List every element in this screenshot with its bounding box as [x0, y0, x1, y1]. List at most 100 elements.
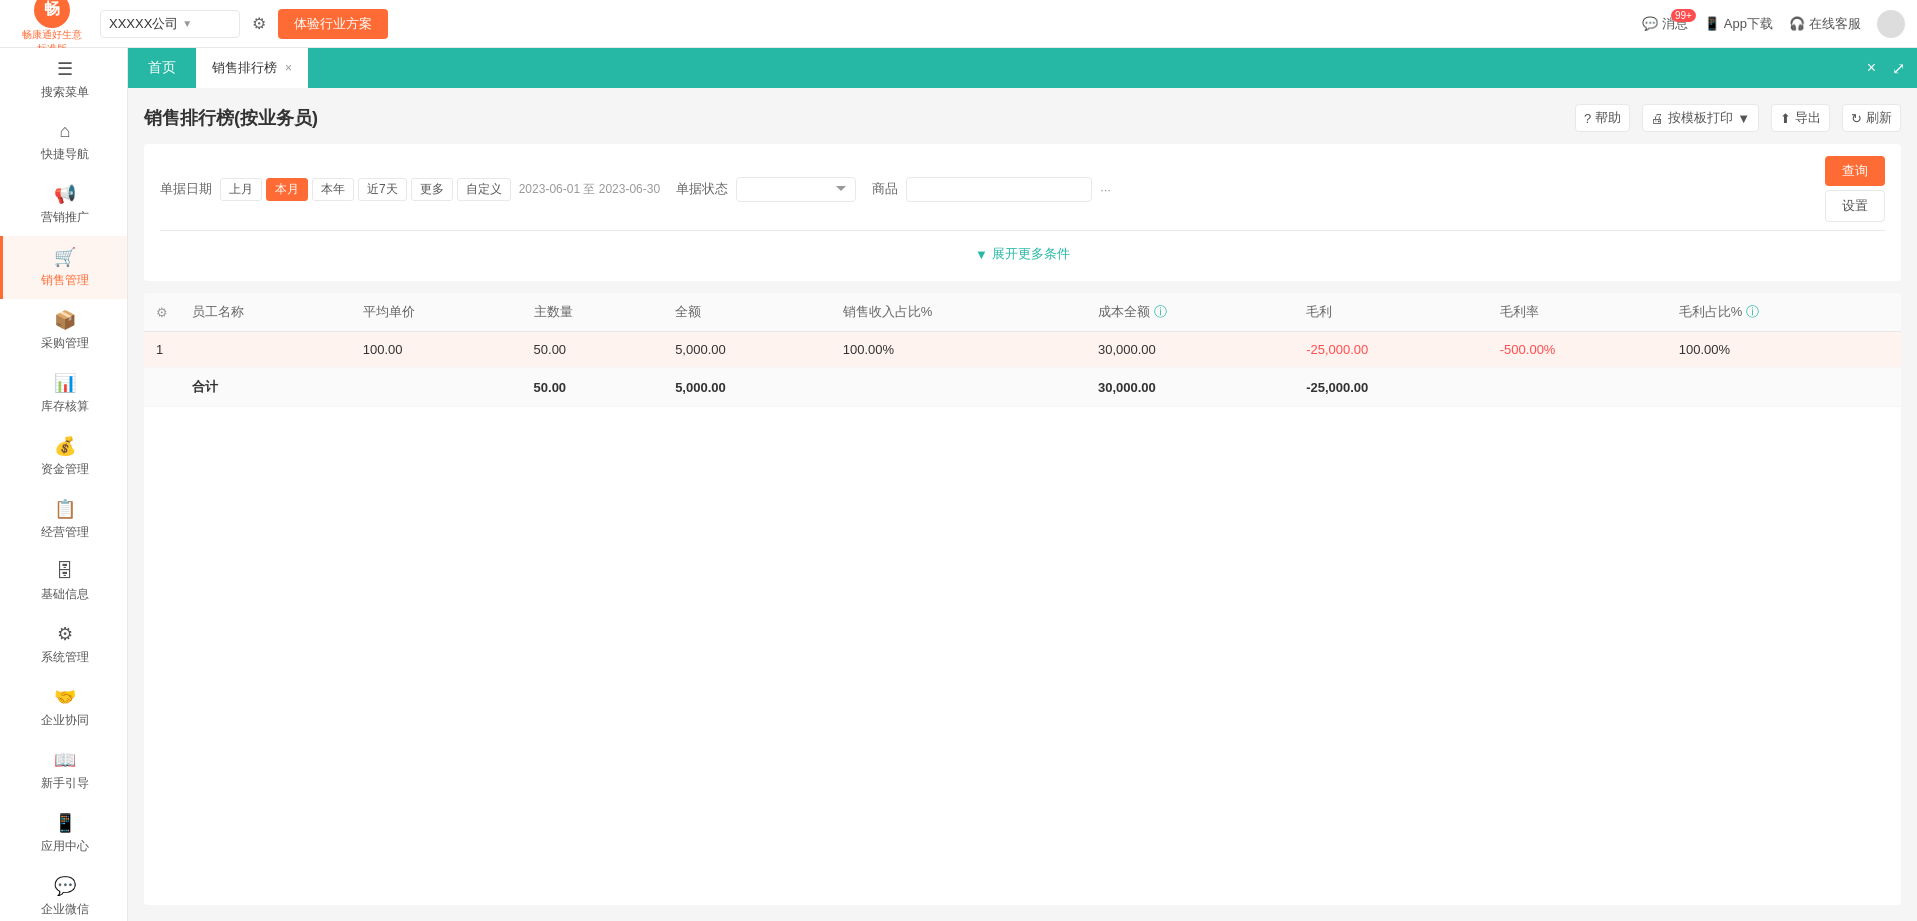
table-header-row: ⚙ 员工名称 平均单价 主数量 全额 销售收入占比% 成本全额 ⓘ [144, 293, 1901, 332]
date-filter-label: 单据日期 [160, 180, 212, 198]
app-download-label: App下载 [1724, 15, 1773, 33]
goods-more-icon[interactable]: ··· [1100, 182, 1111, 197]
refresh-button[interactable]: ↻ 刷新 [1842, 104, 1901, 132]
expand-down-icon: ▼ [975, 247, 988, 262]
sidebar-item-app-center[interactable]: 📱 应用中心 [0, 802, 127, 865]
sidebar-item-label-search: 搜索菜单 [41, 84, 89, 101]
tab-bar: 首页 销售排行榜 × × ⤢ [128, 48, 1917, 88]
print-button[interactable]: 🖨 按模板打印 ▼ [1642, 104, 1759, 132]
date-btn-custom[interactable]: 自定义 [457, 178, 511, 201]
date-btn-more[interactable]: 更多 [411, 178, 453, 201]
cell-gross-rate: -500.00% [1488, 332, 1667, 368]
message-btn[interactable]: 💬 消息 99+ [1642, 15, 1688, 33]
data-table: ⚙ 员工名称 平均单价 主数量 全额 销售收入占比% 成本全额 ⓘ [144, 293, 1901, 905]
sidebar-item-inventory[interactable]: 📊 库存核算 [0, 362, 127, 425]
table-footer-row: 合计 50.00 5,000.00 30,000.00 -25,000.00 [144, 368, 1901, 407]
sidebar-item-label-app-center: 应用中心 [41, 838, 89, 855]
date-btn-this-month[interactable]: 本月 [266, 178, 308, 201]
goods-filter: 商品 ··· [872, 177, 1111, 202]
app-center-icon: 📱 [54, 812, 76, 834]
message-badge: 99+ [1671, 9, 1696, 22]
avatar [1877, 10, 1905, 38]
th-gross: 毛利 [1294, 293, 1488, 332]
export-button[interactable]: ⬆ 导出 [1771, 104, 1830, 132]
page-header: 销售排行榜(按业务员) ? 帮助 🖨 按模板打印 ▼ ⬆ 导出 [144, 104, 1901, 132]
footer-amount: 5,000.00 [663, 368, 831, 407]
tab-home[interactable]: 首页 [128, 48, 196, 88]
date-buttons: 上月 本月 本年 近7天 更多 自定义 [220, 178, 511, 201]
company-arrow-icon: ▼ [182, 18, 192, 29]
ranking-table: ⚙ 员工名称 平均单价 主数量 全额 销售收入占比% 成本全额 ⓘ [144, 293, 1901, 407]
tab-label: 销售排行榜 [212, 59, 277, 77]
filter-row-1: 单据日期 上月 本月 本年 近7天 更多 自定义 2023-06-01 至 20… [160, 156, 1885, 222]
sidebar-item-guide[interactable]: 📖 新手引导 [0, 739, 127, 802]
sidebar-item-finance[interactable]: 💰 资金管理 [0, 425, 127, 488]
tab-restore-icon[interactable]: ⤢ [1888, 55, 1909, 82]
th-gross-rate: 毛利率 [1488, 293, 1667, 332]
sidebar-item-wechat[interactable]: 💬 企业微信 [0, 865, 127, 921]
sidebar-item-system[interactable]: ⚙ 系统管理 [0, 613, 127, 676]
marketing-icon: 📢 [54, 183, 76, 205]
date-btn-prev-month[interactable]: 上月 [220, 178, 262, 201]
goods-input[interactable] [906, 177, 1092, 202]
sidebar-item-label-sales: 销售管理 [41, 272, 89, 289]
page-title: 销售排行榜(按业务员) [144, 106, 318, 130]
sidebar-item-search[interactable]: ☰ 搜索菜单 [0, 48, 127, 111]
footer-gross: -25,000.00 [1294, 368, 1488, 407]
goods-filter-label: 商品 [872, 180, 898, 198]
sidebar-item-label-system: 系统管理 [41, 649, 89, 666]
tab-sales-ranking[interactable]: 销售排行榜 × [196, 48, 308, 88]
filter-actions: 查询 设置 [1825, 156, 1885, 222]
company-selector[interactable]: XXXXX公司 ▼ [100, 10, 240, 38]
cell-avg-price: 100.00 [351, 332, 522, 368]
sidebar-item-label-inventory: 库存核算 [41, 398, 89, 415]
sidebar-item-nav[interactable]: ⌂ 快捷导航 [0, 111, 127, 173]
sidebar-item-label-operations: 经营管理 [41, 524, 89, 541]
expand-filter-btn[interactable]: ▼ 展开更多条件 [160, 239, 1885, 269]
sidebar-item-operations[interactable]: 📋 经营管理 [0, 488, 127, 551]
expand-filter-label: 展开更多条件 [992, 245, 1070, 263]
sidebar: ☰ 搜索菜单 ⌂ 快捷导航 📢 营销推广 🛒 销售管理 📦 采购管理 📊 库存核… [0, 48, 128, 921]
tab-close-icon[interactable]: × [285, 61, 292, 75]
sidebar-item-purchase[interactable]: 📦 采购管理 [0, 299, 127, 362]
content-area: 首页 销售排行榜 × × ⤢ 销售排行榜(按业务员) ? 帮助 [128, 48, 1917, 921]
sidebar-item-basic-info[interactable]: 🗄 基础信息 [0, 551, 127, 613]
table-settings-icon[interactable]: ⚙ [144, 293, 180, 332]
th-revenue-pct: 销售收入占比% [831, 293, 1086, 332]
table-row: 1 100.00 50.00 5,000.00 100.00% 30,000.0… [144, 332, 1901, 368]
logo-icon: 畅 [34, 0, 70, 28]
date-btn-7days[interactable]: 近7天 [358, 178, 407, 201]
topbar: 畅 畅康通好生意 标准版 XXXXX公司 ▼ ⚙ 体验行业方案 💬 消息 99+… [0, 0, 1917, 48]
purchase-icon: 📦 [54, 309, 76, 331]
status-select[interactable] [736, 177, 856, 202]
print-icon: 🖨 [1651, 111, 1664, 126]
sidebar-item-marketing[interactable]: 📢 营销推广 [0, 173, 127, 236]
th-name: 员工名称 [180, 293, 351, 332]
help-button[interactable]: ? 帮助 [1575, 104, 1630, 132]
basic-info-icon: 🗄 [56, 561, 74, 582]
inventory-icon: 📊 [54, 372, 76, 394]
tab-close-window-icon[interactable]: × [1863, 55, 1880, 81]
date-btn-this-year[interactable]: 本年 [312, 178, 354, 201]
user-avatar-btn[interactable] [1877, 10, 1905, 38]
home-icon: ⌂ [60, 121, 71, 142]
th-gross-pct-label: 毛利占比% [1679, 304, 1743, 319]
app-download-icon: 📱 [1704, 16, 1720, 31]
print-dropdown-icon: ▼ [1737, 111, 1750, 126]
online-support-btn[interactable]: 🎧 在线客服 [1789, 15, 1861, 33]
headset-icon: 🎧 [1789, 16, 1805, 31]
settings-button[interactable]: 设置 [1825, 190, 1885, 222]
table-wrap: ⚙ 员工名称 平均单价 主数量 全额 销售收入占比% 成本全额 ⓘ [144, 293, 1901, 905]
app-download-btn[interactable]: 📱 App下载 [1704, 15, 1773, 33]
search-menu-icon: ☰ [57, 58, 73, 80]
sidebar-item-label-basic-info: 基础信息 [41, 586, 89, 603]
cell-cost: 30,000.00 [1086, 332, 1294, 368]
main-layout: ☰ 搜索菜单 ⌂ 快捷导航 📢 营销推广 🛒 销售管理 📦 采购管理 📊 库存核… [0, 48, 1917, 921]
footer-empty5 [1667, 368, 1901, 407]
query-button[interactable]: 查询 [1825, 156, 1885, 186]
topbar-settings-icon[interactable]: ⚙ [248, 10, 270, 37]
sidebar-item-sales[interactable]: 🛒 销售管理 [0, 236, 127, 299]
trial-button[interactable]: 体验行业方案 [278, 9, 388, 39]
sidebar-item-enterprise[interactable]: 🤝 企业协同 [0, 676, 127, 739]
date-filter: 单据日期 上月 本月 本年 近7天 更多 自定义 2023-06-01 至 20… [160, 178, 660, 201]
